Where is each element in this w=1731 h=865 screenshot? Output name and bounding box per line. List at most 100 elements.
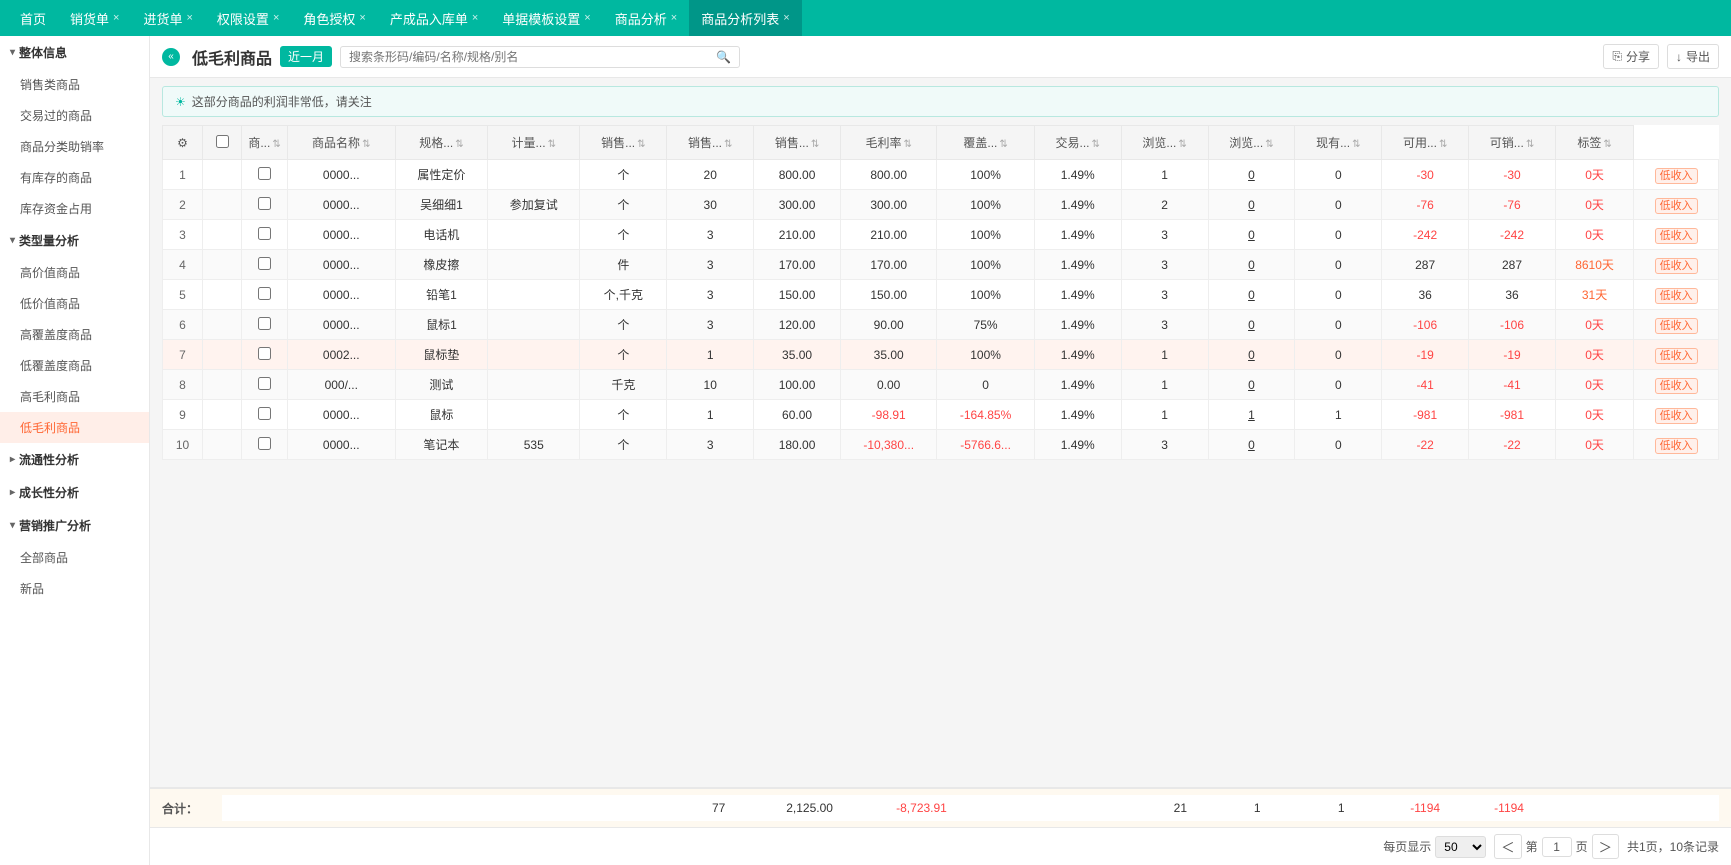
sidebar-item-new-products[interactable]: 新品	[0, 573, 149, 604]
nav-product-analysis-list[interactable]: 商品分析列表×	[689, 0, 801, 36]
row-settings	[203, 220, 242, 250]
sidebar-item-sales-products[interactable]: 销售类商品	[0, 69, 149, 100]
col-checkbox[interactable]	[203, 126, 242, 160]
close-icon[interactable]: ×	[186, 12, 192, 24]
sidebar-item-in-stock[interactable]: 有库存的商品	[0, 162, 149, 193]
row-num: 2	[163, 190, 203, 220]
nav-product-entry[interactable]: 产成品入库单×	[378, 0, 490, 36]
col-tag[interactable]: 标签⇅	[1555, 126, 1633, 160]
nav-permission-settings[interactable]: 权限设置×	[205, 0, 291, 36]
time-filter-button[interactable]: 近一月	[280, 46, 332, 67]
col-unit[interactable]: 计量...⇅	[488, 126, 580, 160]
sidebar-item-high-value[interactable]: 高价值商品	[0, 257, 149, 288]
close-icon[interactable]: ×	[359, 12, 365, 24]
row-views1[interactable]: 0	[1208, 160, 1295, 190]
close-icon[interactable]: ×	[671, 12, 677, 24]
collapse-sidebar-button[interactable]: «	[162, 48, 180, 66]
col-sales-price[interactable]: 销售...⇅	[667, 126, 754, 160]
col-views2[interactable]: 浏览...⇅	[1208, 126, 1295, 160]
sidebar-item-high-margin[interactable]: 高毛利商品	[0, 381, 149, 412]
close-icon[interactable]: ×	[273, 12, 279, 24]
row-select-checkbox[interactable]	[258, 317, 271, 330]
row-select-checkbox[interactable]	[258, 437, 271, 450]
col-sales-count[interactable]: 销售...⇅	[580, 126, 667, 160]
sidebar-item-category-rate[interactable]: 商品分类助销率	[0, 131, 149, 162]
nav-sales-order[interactable]: 销货单×	[58, 0, 131, 36]
sidebar-item-traded-products[interactable]: 交易过的商品	[0, 100, 149, 131]
page-nav: ＜ 第 1 页 ＞	[1494, 834, 1619, 859]
next-page-button[interactable]: ＞	[1592, 834, 1619, 859]
sidebar-item-stock-capital[interactable]: 库存资金占用	[0, 193, 149, 224]
row-select-checkbox[interactable]	[258, 257, 271, 270]
sidebar-section-type-header[interactable]: ▾ 类型量分析	[0, 224, 149, 257]
col-name[interactable]: 商品名称⇅	[287, 126, 395, 160]
row-checkbox[interactable]	[242, 340, 287, 370]
row-checkbox[interactable]	[242, 160, 287, 190]
sidebar-section-growth-header[interactable]: ▸ 成长性分析	[0, 476, 149, 509]
row-checkbox[interactable]	[242, 250, 287, 280]
row-checkbox[interactable]	[242, 220, 287, 250]
row-checkbox[interactable]	[242, 370, 287, 400]
prev-page-button[interactable]: ＜	[1494, 834, 1521, 859]
search-input[interactable]	[349, 50, 712, 64]
select-all-checkbox[interactable]	[216, 135, 229, 148]
row-select-checkbox[interactable]	[258, 347, 271, 360]
close-icon[interactable]: ×	[783, 12, 789, 24]
sidebar-item-high-coverage[interactable]: 高覆盖度商品	[0, 319, 149, 350]
row-select-checkbox[interactable]	[258, 227, 271, 240]
col-spec[interactable]: 规格...⇅	[395, 126, 487, 160]
row-views1[interactable]: 1	[1208, 400, 1295, 430]
row-checkbox[interactable]	[242, 190, 287, 220]
per-page-select[interactable]: 50 20 100	[1435, 836, 1486, 858]
row-select-checkbox[interactable]	[258, 197, 271, 210]
sidebar-section-marketing-header[interactable]: ▾ 营销推广分析	[0, 509, 149, 542]
col-gross-margin[interactable]: 毛利率⇅	[840, 126, 936, 160]
share-button[interactable]: ⎘ 分享	[1603, 44, 1659, 69]
row-checkbox[interactable]	[242, 280, 287, 310]
row-views1[interactable]: 0	[1208, 220, 1295, 250]
nav-home[interactable]: 首页	[8, 0, 58, 36]
sidebar-section-circulation-header[interactable]: ▸ 流通性分析	[0, 443, 149, 476]
row-select-checkbox[interactable]	[258, 167, 271, 180]
row-views1[interactable]: 0	[1208, 430, 1295, 460]
row-select-checkbox[interactable]	[258, 377, 271, 390]
nav-template-settings[interactable]: 单据模板设置×	[490, 0, 602, 36]
nav-role-auth[interactable]: 角色授权×	[291, 0, 377, 36]
sidebar-item-all-products[interactable]: 全部商品	[0, 542, 149, 573]
pagination-bar: 每页显示 50 20 100 ＜ 第 1 页 ＞ 共1页，10条记录	[150, 827, 1731, 865]
row-views1[interactable]: 0	[1208, 280, 1295, 310]
sidebar-section-overall-header[interactable]: ▾ 整体信息	[0, 36, 149, 69]
col-sales-profit[interactable]: 销售...⇅	[754, 126, 841, 160]
row-views1[interactable]: 0	[1208, 190, 1295, 220]
col-settings[interactable]: ⚙	[163, 126, 203, 160]
close-icon[interactable]: ×	[113, 12, 119, 24]
close-icon[interactable]: ×	[584, 12, 590, 24]
row-views1[interactable]: 0	[1208, 250, 1295, 280]
col-code[interactable]: 商...⇅	[242, 126, 287, 160]
row-select-checkbox[interactable]	[258, 287, 271, 300]
col-coverage[interactable]: 覆盖...⇅	[937, 126, 1034, 160]
nav-purchase-order[interactable]: 进货单×	[131, 0, 204, 36]
col-views1[interactable]: 浏览...⇅	[1121, 126, 1208, 160]
col-current-stock[interactable]: 现有...⇅	[1295, 126, 1382, 160]
sidebar-item-low-coverage[interactable]: 低覆盖度商品	[0, 350, 149, 381]
col-trade[interactable]: 交易...⇅	[1034, 126, 1121, 160]
nav-product-analysis[interactable]: 商品分析×	[603, 0, 689, 36]
row-name: 鼠标垫	[395, 340, 487, 370]
row-checkbox[interactable]	[242, 310, 287, 340]
row-checkbox[interactable]	[242, 400, 287, 430]
row-available: 36	[1469, 280, 1556, 310]
row-views1[interactable]: 0	[1208, 340, 1295, 370]
row-views1[interactable]: 0	[1208, 310, 1295, 340]
sidebar-item-low-margin[interactable]: 低毛利商品	[0, 412, 149, 443]
col-available[interactable]: 可用...⇅	[1382, 126, 1469, 160]
row-checkbox[interactable]	[242, 430, 287, 460]
col-sellable[interactable]: 可销...⇅	[1469, 126, 1556, 160]
close-icon[interactable]: ×	[472, 12, 478, 24]
row-select-checkbox[interactable]	[258, 407, 271, 420]
export-button[interactable]: ↓ 导出	[1667, 44, 1719, 69]
search-icon[interactable]: 🔍	[716, 50, 731, 64]
sidebar-item-low-value[interactable]: 低价值商品	[0, 288, 149, 319]
row-name: 电话机	[395, 220, 487, 250]
row-views1[interactable]: 0	[1208, 370, 1295, 400]
